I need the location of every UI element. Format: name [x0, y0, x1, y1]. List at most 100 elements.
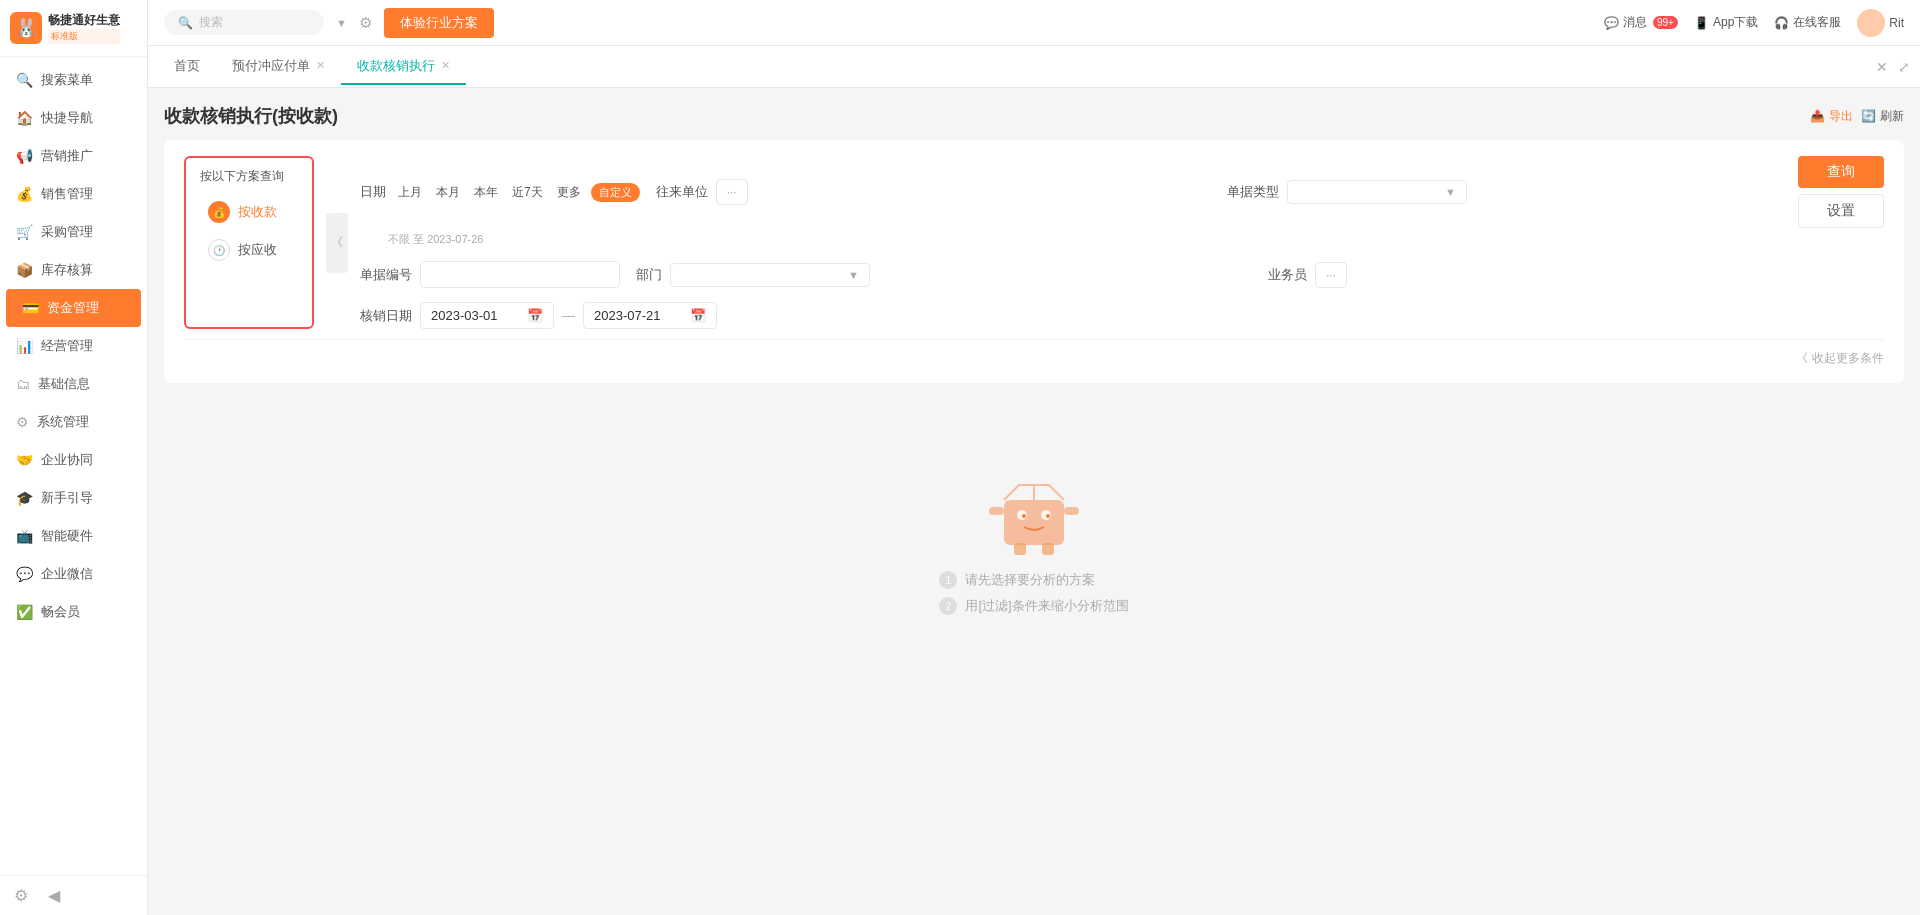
- query-scheme-title: 按以下方案查询: [200, 168, 298, 185]
- tab-close-receipt-verify[interactable]: ✕: [441, 59, 450, 72]
- filter-option-by-receivable[interactable]: 🕐 按应收: [200, 235, 298, 265]
- doc-type-select[interactable]: ▼: [1287, 180, 1467, 204]
- page-header: 收款核销执行(按收款) 📤 导出 🔄 刷新: [164, 104, 1904, 128]
- chevron-down-icon: ▼: [1445, 186, 1456, 198]
- empty-illustration: [984, 455, 1084, 555]
- filter-row-2: 单据编号 部门 ▼ 业务员: [360, 261, 1884, 288]
- enterprise-icon: 🤝: [16, 452, 33, 468]
- app-download-action[interactable]: 📱 App下载: [1694, 14, 1758, 31]
- svg-point-5: [1046, 514, 1050, 518]
- maximize-window-icon[interactable]: ⤢: [1898, 59, 1910, 75]
- tip-num-2: 2: [939, 597, 957, 615]
- sidebar-item-basic[interactable]: 🗂 基础信息: [0, 365, 147, 403]
- user-area[interactable]: Rit: [1857, 9, 1904, 37]
- sidebar-item-search-menu[interactable]: 🔍 搜索菜单: [0, 61, 147, 99]
- close-window-icon[interactable]: ✕: [1876, 59, 1888, 75]
- refresh-button[interactable]: 🔄 刷新: [1861, 108, 1904, 125]
- query-button[interactable]: 查询: [1798, 156, 1884, 188]
- date-custom-badge[interactable]: 自定义: [591, 183, 640, 202]
- dept-select[interactable]: ▼: [670, 263, 870, 287]
- header-gear-icon[interactable]: ⚙: [359, 14, 372, 32]
- header-actions: 💬 消息 99+ 📱 App下载 🎧 在线客服 Rit: [1604, 9, 1904, 37]
- doc-no-input[interactable]: [420, 261, 620, 288]
- export-button[interactable]: 📤 导出: [1810, 108, 1853, 125]
- doc-no-field: 单据编号: [360, 261, 620, 288]
- empty-tip-2: 2 用[过滤]条件来缩小分析范围: [939, 597, 1128, 615]
- business-icon: 📊: [16, 338, 33, 354]
- staff-input[interactable]: ···: [1315, 262, 1347, 288]
- header-search-bar[interactable]: 🔍 搜索: [164, 10, 324, 35]
- dept-chevron-icon: ▼: [848, 269, 859, 281]
- message-action[interactable]: 💬 消息 99+: [1604, 14, 1678, 31]
- vip-icon: ✅: [16, 604, 33, 620]
- sales-icon: 💰: [16, 186, 33, 202]
- user-name: Rit: [1889, 16, 1904, 30]
- sidebar-item-system[interactable]: ⚙ 系统管理: [0, 403, 147, 441]
- purchase-icon: 🛒: [16, 224, 33, 240]
- date-shortcut-this-year[interactable]: 本年: [470, 182, 502, 203]
- message-badge: 99+: [1653, 16, 1678, 29]
- search-icon: 🔍: [178, 16, 193, 30]
- sidebar-item-purchase[interactable]: 🛒 采购管理: [0, 213, 147, 251]
- verify-date-start-box[interactable]: 📅: [420, 302, 554, 329]
- date-label: 日期: [360, 183, 386, 201]
- svg-rect-6: [989, 507, 1004, 515]
- sidebar-item-enterprise[interactable]: 🤝 企业协同: [0, 441, 147, 479]
- top-header: 🔍 搜索 ▼ ⚙ 体验行业方案 💬 消息 99+ 📱 App下载 🎧 在线客服 …: [148, 0, 1920, 46]
- guide-icon: 🎓: [16, 490, 33, 506]
- hardware-icon: 📺: [16, 528, 33, 544]
- sidebar-item-finance[interactable]: 💳 资金管理: [6, 289, 141, 327]
- verify-date-end-input[interactable]: [594, 308, 684, 323]
- query-buttons: 查询 设置: [1798, 156, 1884, 228]
- online-service-action[interactable]: 🎧 在线客服: [1774, 14, 1841, 31]
- sidebar-item-quick-nav[interactable]: 🏠 快捷导航: [0, 99, 147, 137]
- sidebar-item-vip[interactable]: ✅ 畅会员: [0, 593, 147, 631]
- sidebar-item-business[interactable]: 📊 经营管理: [0, 327, 147, 365]
- date-shortcut-7days[interactable]: 近7天: [508, 182, 547, 203]
- finance-icon: 💳: [22, 300, 39, 316]
- inventory-icon: 📦: [16, 262, 33, 278]
- sidebar-item-wechat[interactable]: 💬 企业微信: [0, 555, 147, 593]
- sidebar-item-hardware[interactable]: 📺 智能硬件: [0, 517, 147, 555]
- date-shortcut-last-month[interactable]: 上月: [394, 182, 426, 203]
- footer-settings-icon[interactable]: ⚙: [14, 886, 28, 905]
- filter-option-by-receipt[interactable]: 💰 按收款: [200, 197, 298, 227]
- main-area: 🔍 搜索 ▼ ⚙ 体验行业方案 💬 消息 99+ 📱 App下载 🎧 在线客服 …: [148, 0, 1920, 915]
- sidebar-item-inventory[interactable]: 📦 库存核算: [0, 251, 147, 289]
- content-area: 收款核销执行(按收款) 📤 导出 🔄 刷新 按以下方案查询 💰: [148, 88, 1920, 915]
- sidebar-nav: 🔍 搜索菜单 🏠 快捷导航 📢 营销推广 💰 销售管理 🛒 采购管理 📦 库存核…: [0, 57, 147, 875]
- doc-no-label: 单据编号: [360, 266, 412, 284]
- solution-button[interactable]: 体验行业方案: [384, 8, 494, 38]
- date-range-separator: —: [562, 308, 575, 323]
- sidebar-item-sales[interactable]: 💰 销售管理: [0, 175, 147, 213]
- sidebar-item-marketing[interactable]: 📢 营销推广: [0, 137, 147, 175]
- tab-close-prepay[interactable]: ✕: [316, 59, 325, 72]
- by-receivable-icon: 🕐: [208, 239, 230, 261]
- query-scheme-panel: 按以下方案查询 💰 按收款 🕐 按应收: [184, 156, 314, 329]
- counterpart-field: 往来单位 ···: [656, 179, 1211, 205]
- date-no-limit-note: 不限 至 2023-07-26: [360, 232, 1884, 247]
- wechat-icon: 💬: [16, 566, 33, 582]
- header-dropdown-icon[interactable]: ▼: [336, 17, 347, 29]
- footer-collapse-icon[interactable]: ◀: [48, 886, 60, 905]
- headset-icon: 🎧: [1774, 16, 1789, 30]
- settings-button[interactable]: 设置: [1798, 194, 1884, 228]
- date-shortcut-this-month[interactable]: 本月: [432, 182, 464, 203]
- tab-receipt-verify[interactable]: 收款核销执行 ✕: [341, 49, 466, 85]
- sidebar-item-guide[interactable]: 🎓 新手引导: [0, 479, 147, 517]
- collapse-more-btn[interactable]: 《 收起更多条件: [1796, 350, 1884, 367]
- calendar-end-icon[interactable]: 📅: [690, 308, 706, 323]
- verify-date-end-box[interactable]: 📅: [583, 302, 717, 329]
- counterpart-label: 往来单位: [656, 183, 708, 201]
- empty-tip-1: 1 请先选择要分析的方案: [939, 571, 1128, 589]
- tab-home[interactable]: 首页: [158, 49, 216, 85]
- counterpart-input[interactable]: ···: [716, 179, 748, 205]
- verify-date-start-input[interactable]: [431, 308, 521, 323]
- page-actions: 📤 导出 🔄 刷新: [1810, 108, 1904, 125]
- calendar-start-icon[interactable]: 📅: [527, 308, 543, 323]
- sidebar-footer: ⚙ ◀: [0, 875, 147, 915]
- date-shortcut-more[interactable]: 更多: [553, 182, 585, 203]
- collapse-panel-btn[interactable]: 《: [326, 213, 348, 273]
- by-receipt-icon: 💰: [208, 201, 230, 223]
- tab-prepay[interactable]: 预付冲应付单 ✕: [216, 49, 341, 85]
